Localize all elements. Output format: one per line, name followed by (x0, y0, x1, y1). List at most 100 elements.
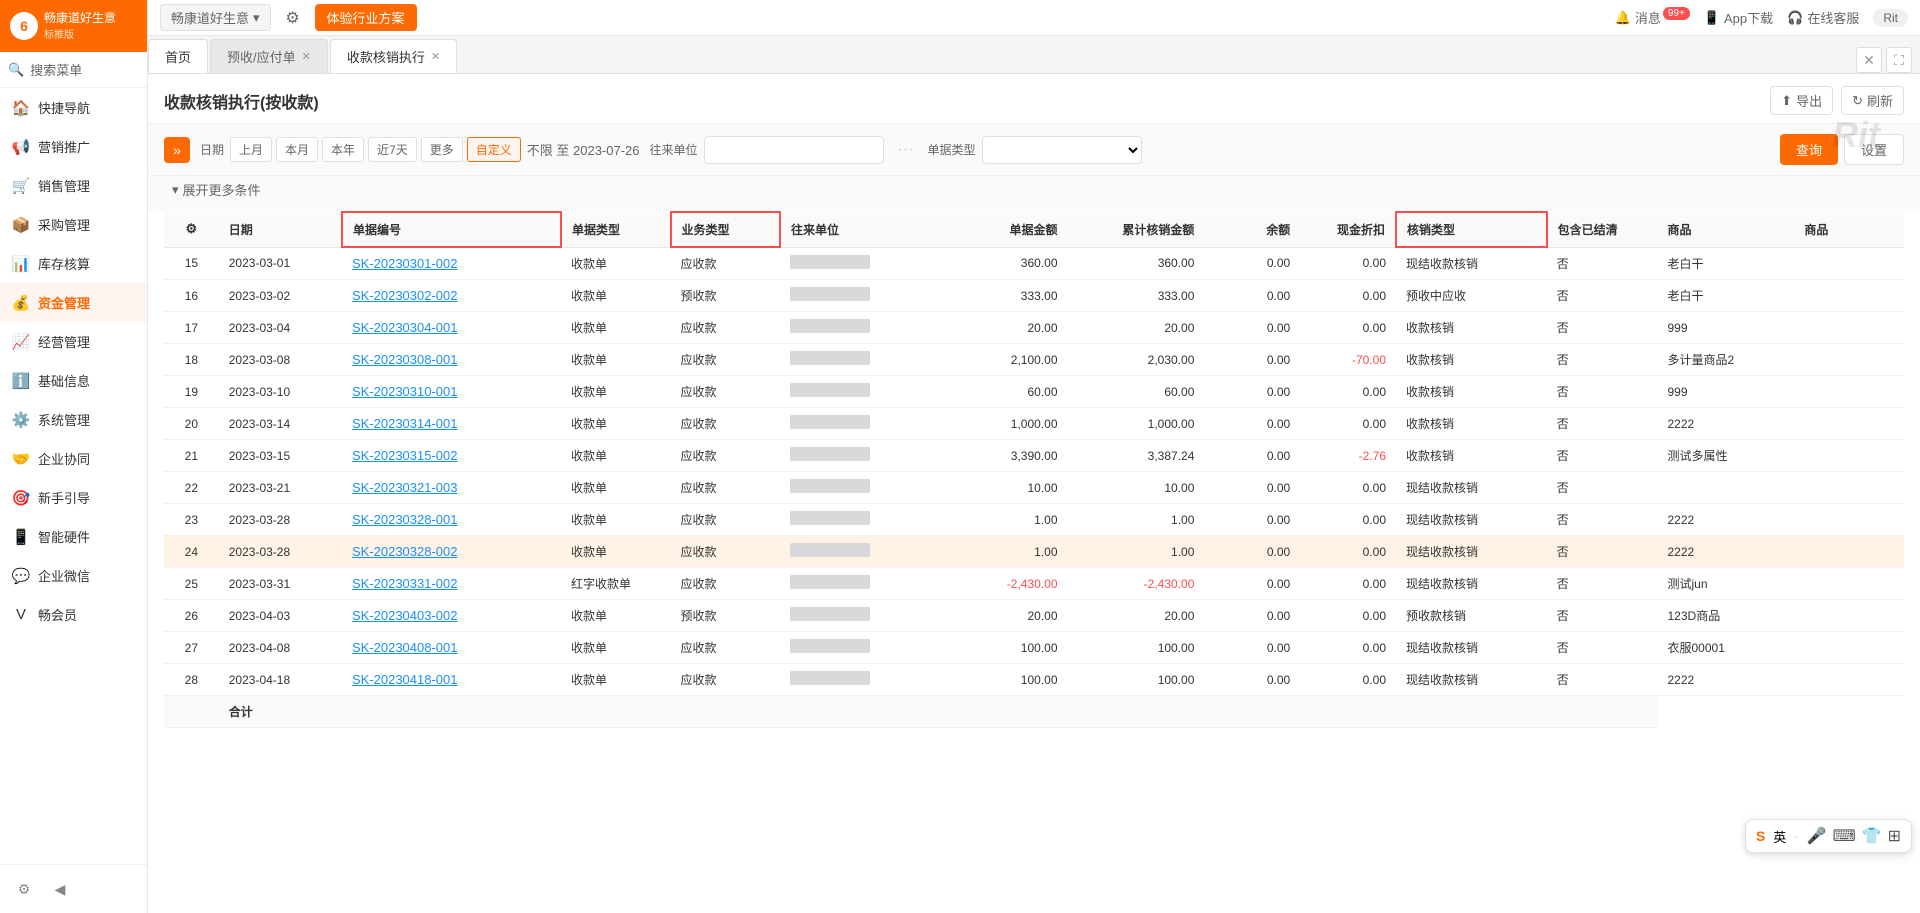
serial-link[interactable]: SK-20230328-002 (352, 544, 458, 559)
industry-solution-btn[interactable]: 体验行业方案 (315, 4, 417, 31)
cell-serial[interactable]: SK-20230310-001 (342, 376, 561, 408)
filter-settings-btn[interactable]: 设置 (1844, 134, 1904, 165)
cell-serial[interactable]: SK-20230331-002 (342, 568, 561, 600)
serial-link[interactable]: SK-20230315-002 (352, 448, 458, 463)
cell-serial[interactable]: SK-20230302-002 (342, 280, 561, 312)
partner-input[interactable] (704, 136, 884, 164)
cell-serial[interactable]: SK-20230321-003 (342, 472, 561, 504)
date-last-month-btn[interactable]: 上月 (230, 137, 272, 162)
serial-link[interactable]: SK-20230321-003 (352, 480, 458, 495)
cell-serial[interactable]: SK-20230315-002 (342, 440, 561, 472)
serial-link[interactable]: SK-20230418-001 (352, 672, 458, 687)
sidebar-item-marketing[interactable]: 📢 营销推广 (0, 127, 147, 166)
date-this-month-btn[interactable]: 本月 (276, 137, 318, 162)
tab-receipt-verify[interactable]: 收款核销执行 ✕ (330, 39, 457, 73)
sidebar-item-system[interactable]: ⚙️ 系统管理 (0, 400, 147, 439)
tab-receipt-verify-close[interactable]: ✕ (431, 50, 440, 63)
sidebar-item-finance[interactable]: 💰 资金管理 (0, 283, 147, 322)
tab-payable-close[interactable]: ✕ (302, 50, 311, 63)
tabs-fullscreen-btn[interactable]: ⛶ (1886, 47, 1912, 73)
keyboard-icon[interactable]: ⌨ (1833, 826, 1856, 846)
table-row[interactable]: 18 2023-03-08 SK-20230308-001 收款单 应收款 2,… (164, 344, 1904, 376)
cell-serial[interactable]: SK-20230308-001 (342, 344, 561, 376)
filter-toggle-btn[interactable]: » (164, 137, 190, 163)
date-this-year-btn[interactable]: 本年 (322, 137, 364, 162)
cell-serial[interactable]: SK-20230403-002 (342, 600, 561, 632)
tab-home[interactable]: 首页 (148, 39, 208, 73)
table-row[interactable]: 20 2023-03-14 SK-20230314-001 收款单 应收款 1,… (164, 408, 1904, 440)
workspace-selector[interactable]: 畅康道好生意 ▾ (160, 4, 271, 31)
table-row[interactable]: 24 2023-03-28 SK-20230328-002 收款单 应收款 1.… (164, 536, 1904, 568)
sidebar-settings-btn[interactable]: ⚙ (10, 875, 38, 903)
sidebar-item-hardware[interactable]: 📱 智能硬件 (0, 517, 147, 556)
cell-doc-type: 收款单 (561, 440, 671, 472)
sidebar-item-basic[interactable]: ℹ️ 基础信息 (0, 361, 147, 400)
serial-link[interactable]: SK-20230302-002 (352, 288, 458, 303)
table-row[interactable]: 16 2023-03-02 SK-20230302-002 收款单 预收款 33… (164, 280, 1904, 312)
cell-serial[interactable]: SK-20230418-001 (342, 664, 561, 696)
user-name[interactable]: Rit (1873, 9, 1908, 27)
serial-link[interactable]: SK-20230304-001 (352, 320, 458, 335)
sidebar-item-purchase[interactable]: 📦 采购管理 (0, 205, 147, 244)
serial-link[interactable]: SK-20230328-001 (352, 512, 458, 527)
tabs-close-btn[interactable]: ✕ (1856, 47, 1882, 73)
cell-verif-amount: 10.00 (1068, 472, 1205, 504)
sidebar-item-operation[interactable]: 📈 经营管理 (0, 322, 147, 361)
query-btn[interactable]: 查询 (1780, 134, 1838, 165)
table-row[interactable]: 26 2023-04-03 SK-20230403-002 收款单 预收款 20… (164, 600, 1904, 632)
cell-serial[interactable]: SK-20230304-001 (342, 312, 561, 344)
cell-included: 否 (1547, 376, 1658, 408)
cell-serial[interactable]: SK-20230408-001 (342, 632, 561, 664)
sidebar-item-sales[interactable]: 🛒 销售管理 (0, 166, 147, 205)
sidebar-item-member[interactable]: V 畅会员 (0, 595, 147, 634)
table-row[interactable]: 22 2023-03-21 SK-20230321-003 收款单 应收款 10… (164, 472, 1904, 504)
sidebar-item-guide[interactable]: 🎯 新手引导 (0, 478, 147, 517)
table-row[interactable]: 17 2023-03-04 SK-20230304-001 收款单 应收款 20… (164, 312, 1904, 344)
grid-icon[interactable]: ⊞ (1888, 826, 1901, 846)
app-download-btn[interactable]: 📱 App下载 (1704, 8, 1773, 27)
cell-balance: 0.00 (1204, 504, 1300, 536)
serial-link[interactable]: SK-20230310-001 (352, 384, 458, 399)
sidebar-item-quick-nav[interactable]: 🏠 快捷导航 (0, 88, 147, 127)
sidebar-search[interactable]: 🔍 搜索菜单 (0, 52, 147, 88)
table-row[interactable]: 15 2023-03-01 SK-20230301-002 收款单 应收款 36… (164, 247, 1904, 280)
sidebar-collapse-btn[interactable]: ◀ (46, 875, 74, 903)
cell-serial[interactable]: SK-20230301-002 (342, 247, 561, 280)
tab-payable[interactable]: 预收/应付单 ✕ (210, 39, 328, 73)
customer-service-btn[interactable]: 🎧 在线客服 (1787, 8, 1859, 27)
date-custom-btn[interactable]: 自定义 (467, 137, 521, 162)
table-row[interactable]: 23 2023-03-28 SK-20230328-001 收款单 应收款 1.… (164, 504, 1904, 536)
serial-link[interactable]: SK-20230301-002 (352, 256, 458, 271)
cell-included: 否 (1547, 344, 1658, 376)
date-7days-btn[interactable]: 近7天 (368, 137, 417, 162)
topbar-settings-btn[interactable]: ⚙ (279, 4, 307, 32)
table-row[interactable]: 27 2023-04-08 SK-20230408-001 收款单 应收款 10… (164, 632, 1904, 664)
cell-serial[interactable]: SK-20230328-002 (342, 536, 561, 568)
table-row[interactable]: 21 2023-03-15 SK-20230315-002 收款单 应收款 3,… (164, 440, 1904, 472)
th-date: 日期 (219, 212, 342, 247)
table-row[interactable]: 19 2023-03-10 SK-20230310-001 收款单 应收款 60… (164, 376, 1904, 408)
date-more-btn[interactable]: 更多 (421, 137, 463, 162)
cell-amount: 10.00 (944, 472, 1067, 504)
notification-btn[interactable]: 🔔 消息 99+ (1615, 8, 1690, 27)
cell-serial[interactable]: SK-20230328-001 (342, 504, 561, 536)
cell-serial[interactable]: SK-20230314-001 (342, 408, 561, 440)
serial-link[interactable]: SK-20230403-002 (352, 608, 458, 623)
table-row[interactable]: 25 2023-03-31 SK-20230331-002 红字收款单 应收款 … (164, 568, 1904, 600)
cell-balance: 0.00 (1204, 280, 1300, 312)
shirt-icon[interactable]: 👕 (1862, 826, 1882, 846)
expand-conditions-btn[interactable]: ▾ 展开更多条件 (164, 176, 269, 203)
refresh-btn[interactable]: ↻ 刷新 (1841, 86, 1904, 115)
serial-link[interactable]: SK-20230331-002 (352, 576, 458, 591)
serial-link[interactable]: SK-20230408-001 (352, 640, 458, 655)
sidebar-item-wechat[interactable]: 💬 企业微信 (0, 556, 147, 595)
serial-link[interactable]: SK-20230314-001 (352, 416, 458, 431)
serial-link[interactable]: SK-20230308-001 (352, 352, 458, 367)
doc-type-select[interactable] (982, 136, 1142, 164)
table-row[interactable]: 28 2023-04-18 SK-20230418-001 收款单 应收款 10… (164, 664, 1904, 696)
export-btn[interactable]: ⬆ 导出 (1770, 86, 1833, 115)
mic-icon[interactable]: 🎤 (1807, 826, 1827, 846)
sidebar-item-enterprise[interactable]: 🤝 企业协同 (0, 439, 147, 478)
sidebar-item-inventory[interactable]: 📊 库存核算 (0, 244, 147, 283)
th-gear[interactable]: ⚙ (164, 212, 219, 247)
